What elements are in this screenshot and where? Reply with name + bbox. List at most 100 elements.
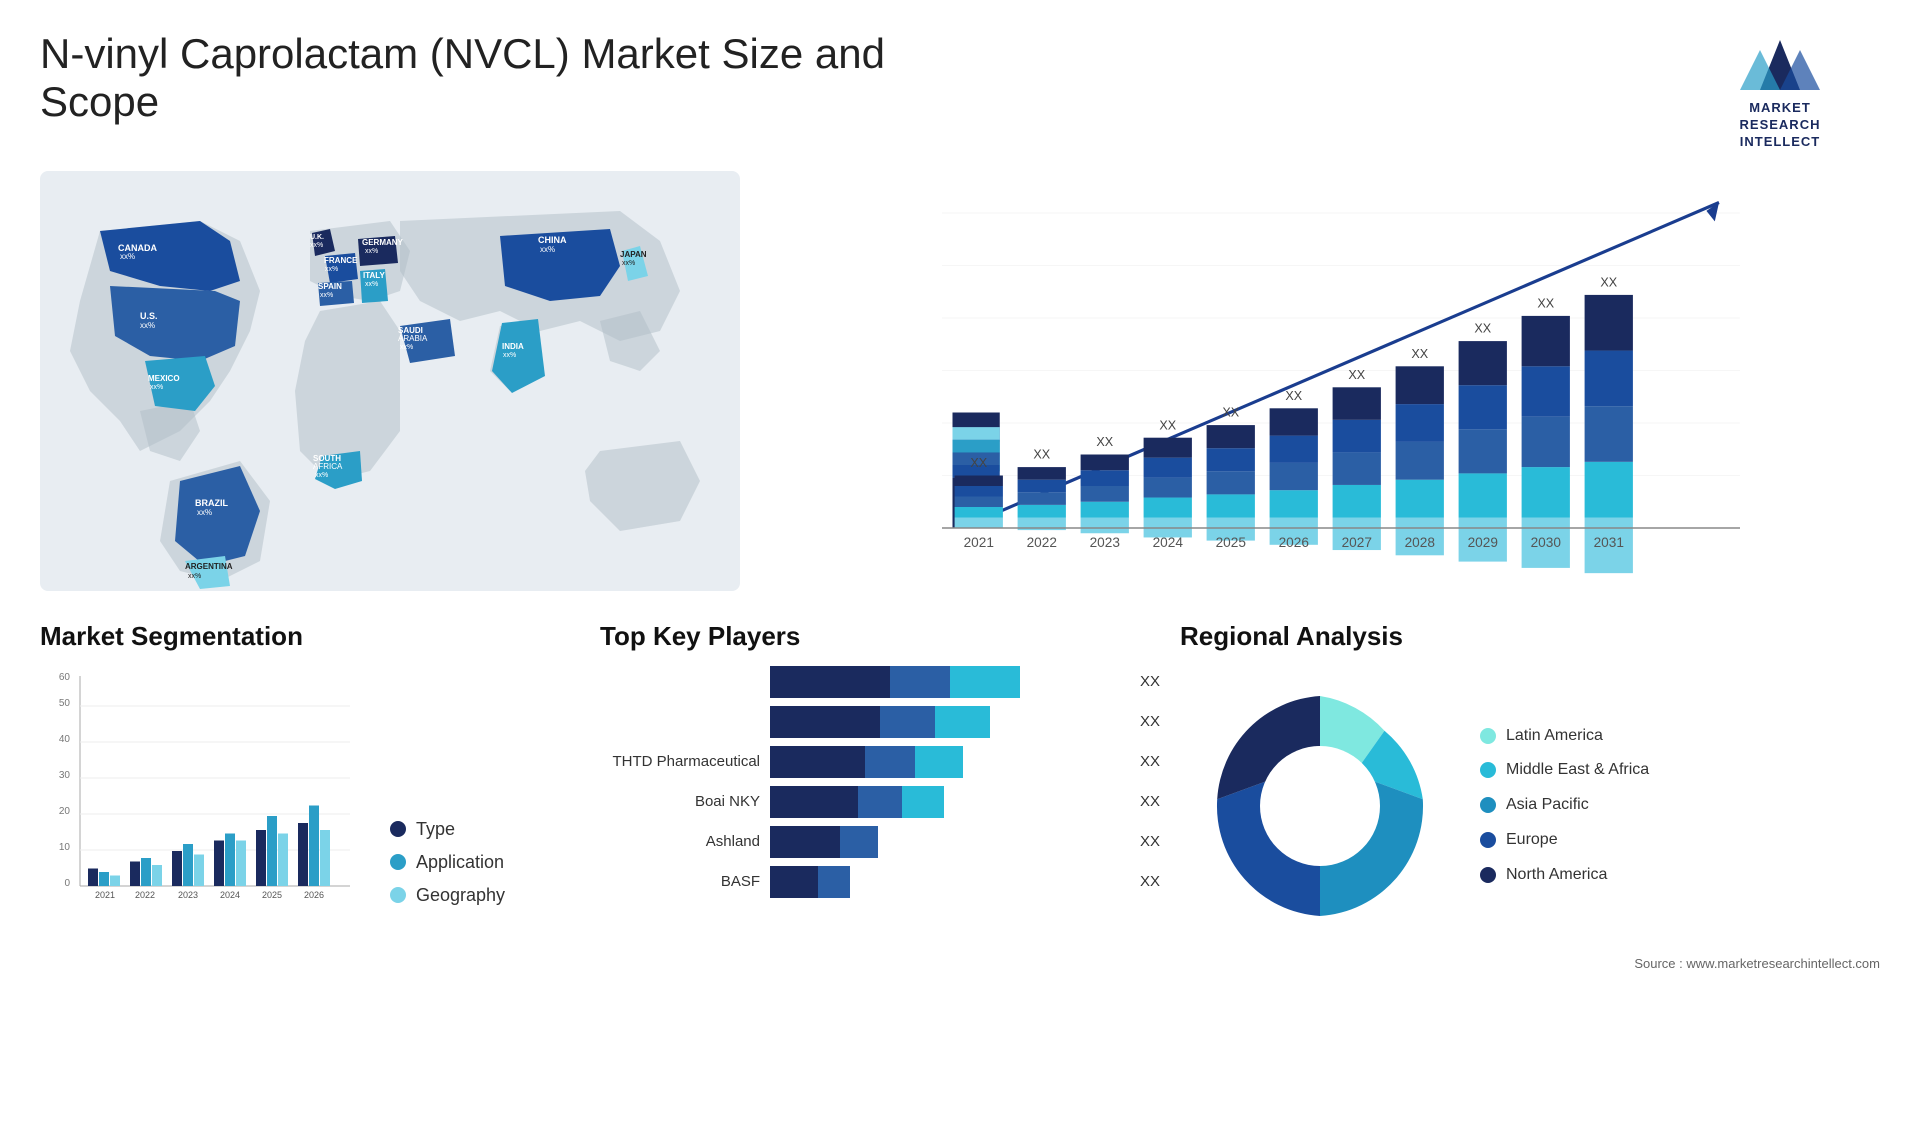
svg-text:FRANCE: FRANCE (324, 256, 358, 265)
donut-legend: Latin America Middle East & Africa Asia … (1480, 726, 1649, 886)
player-xx-ashland: XX (1140, 833, 1160, 850)
player-row-2: XX (600, 706, 1160, 738)
svg-text:40: 40 (59, 734, 71, 745)
player-bars-basf (770, 866, 1122, 898)
svg-text:30: 30 (59, 770, 71, 781)
player-bar-light-2 (935, 706, 990, 738)
svg-text:xx%: xx% (540, 245, 555, 254)
player-bar-light-1 (950, 666, 1020, 698)
donut-dot-mea (1480, 762, 1496, 778)
svg-text:2029: 2029 (1468, 535, 1498, 550)
player-bar-mid-basf (818, 866, 850, 898)
legend-dot-geography (390, 887, 406, 903)
page-wrapper: N-vinyl Caprolactam (NVCL) Market Size a… (0, 0, 1920, 1146)
player-label-ashland: Ashland (600, 833, 760, 850)
regional-title: Regional Analysis (1180, 621, 1880, 652)
top-section: CANADA xx% U.S. xx% MEXICO xx% BRAZIL xx… (40, 171, 1880, 591)
player-bar-mid-ashland (840, 826, 878, 858)
player-xx-basf: XX (1140, 873, 1160, 890)
player-label-boai: Boai NKY (600, 793, 760, 810)
player-label-basf: BASF (600, 873, 760, 890)
regional-section: Regional Analysis (1180, 621, 1880, 971)
svg-text:XX: XX (1096, 435, 1113, 449)
svg-text:xx%: xx% (310, 242, 323, 249)
svg-text:SPAIN: SPAIN (318, 282, 342, 291)
segmentation-chart-area: 0 10 20 30 40 50 60 (40, 666, 580, 926)
legend-label-application: Application (416, 852, 504, 873)
legend-dot-application (390, 854, 406, 870)
bottom-section: Market Segmentation 0 10 20 30 40 50 60 (40, 621, 1880, 971)
donut-legend-asiapac: Asia Pacific (1480, 795, 1649, 816)
svg-text:2022: 2022 (1027, 535, 1057, 550)
donut-legend-mea: Middle East & Africa (1480, 760, 1649, 781)
svg-text:xx%: xx% (503, 352, 516, 359)
svg-text:2026: 2026 (304, 890, 324, 900)
svg-text:INDIA: INDIA (502, 342, 524, 351)
svg-text:xx%: xx% (365, 281, 378, 288)
player-xx-2: XX (1140, 713, 1160, 730)
player-bar-mid-boai (858, 786, 902, 818)
svg-text:XX: XX (1474, 321, 1491, 335)
svg-text:2023: 2023 (178, 890, 198, 900)
svg-text:2021: 2021 (964, 535, 994, 550)
player-row-ashland: Ashland XX (600, 826, 1160, 858)
svg-text:XX: XX (1411, 347, 1428, 361)
donut-dot-asiapac (1480, 797, 1496, 813)
svg-text:2022: 2022 (135, 890, 155, 900)
svg-text:xx%: xx% (120, 252, 135, 261)
svg-text:CHINA: CHINA (538, 235, 567, 245)
player-bar-dark-2 (770, 706, 880, 738)
segmentation-legend: Type Application Geography (390, 819, 505, 926)
player-row-boai: Boai NKY XX (600, 786, 1160, 818)
player-xx-1: XX (1140, 673, 1160, 690)
player-bars-boai (770, 786, 1122, 818)
svg-text:U.S.: U.S. (140, 311, 158, 321)
svg-text:2025: 2025 (1216, 535, 1247, 550)
legend-item-geography: Geography (390, 885, 505, 906)
donut-dot-europe (1480, 832, 1496, 848)
donut-label-asiapac: Asia Pacific (1506, 795, 1589, 816)
page-title: N-vinyl Caprolactam (NVCL) Market Size a… (40, 30, 940, 126)
svg-text:20: 20 (59, 806, 71, 817)
svg-text:2024: 2024 (220, 890, 240, 900)
logo-text: MARKETRESEARCHINTELLECT (1740, 100, 1821, 151)
svg-text:xx%: xx% (197, 508, 212, 517)
player-bar-light-boai (902, 786, 944, 818)
player-xx-boai: XX (1140, 793, 1160, 810)
player-row-1: XX (600, 666, 1160, 698)
legend-item-application: Application (390, 852, 505, 873)
svg-text:BRAZIL: BRAZIL (195, 498, 228, 508)
player-xx-thtd: XX (1140, 753, 1160, 770)
donut-label-europe: Europe (1506, 830, 1558, 851)
player-bar-dark-basf (770, 866, 818, 898)
svg-text:xx%: xx% (315, 472, 328, 479)
svg-text:xx%: xx% (140, 321, 155, 330)
svg-text:XX: XX (1285, 389, 1302, 403)
legend-label-type: Type (416, 819, 455, 840)
svg-text:2024: 2024 (1153, 535, 1184, 550)
svg-text:xx%: xx% (325, 266, 338, 273)
players-chart: XX XX THTD Pharmaceutical (600, 666, 1160, 898)
player-bar-dark-boai (770, 786, 858, 818)
player-bars-ashland (770, 826, 1122, 858)
bar-chart-container: XX XX XX (760, 171, 1880, 591)
svg-text:xx%: xx% (622, 260, 635, 267)
svg-text:XX: XX (1537, 296, 1554, 310)
world-map-svg: CANADA xx% U.S. xx% MEXICO xx% BRAZIL xx… (40, 171, 740, 591)
player-bars-2 (770, 706, 1122, 738)
svg-text:xx%: xx% (188, 573, 201, 580)
donut-legend-europe: Europe (1480, 830, 1649, 851)
players-title: Top Key Players (600, 621, 1160, 652)
player-bar-dark-thtd (770, 746, 865, 778)
svg-text:AFRICA: AFRICA (313, 462, 343, 471)
donut-area: Latin America Middle East & Africa Asia … (1180, 666, 1880, 946)
legend-item-type: Type (390, 819, 505, 840)
donut-label-mea: Middle East & Africa (1506, 760, 1649, 781)
player-bars-1 (770, 666, 1122, 698)
player-row-basf: BASF XX (600, 866, 1160, 898)
logo-box: MARKETRESEARCHINTELLECT (1680, 30, 1880, 151)
donut-legend-northam: North America (1480, 865, 1649, 886)
player-bar-light-thtd (915, 746, 963, 778)
svg-text:MEXICO: MEXICO (148, 374, 180, 383)
svg-text:XX: XX (1222, 405, 1239, 419)
